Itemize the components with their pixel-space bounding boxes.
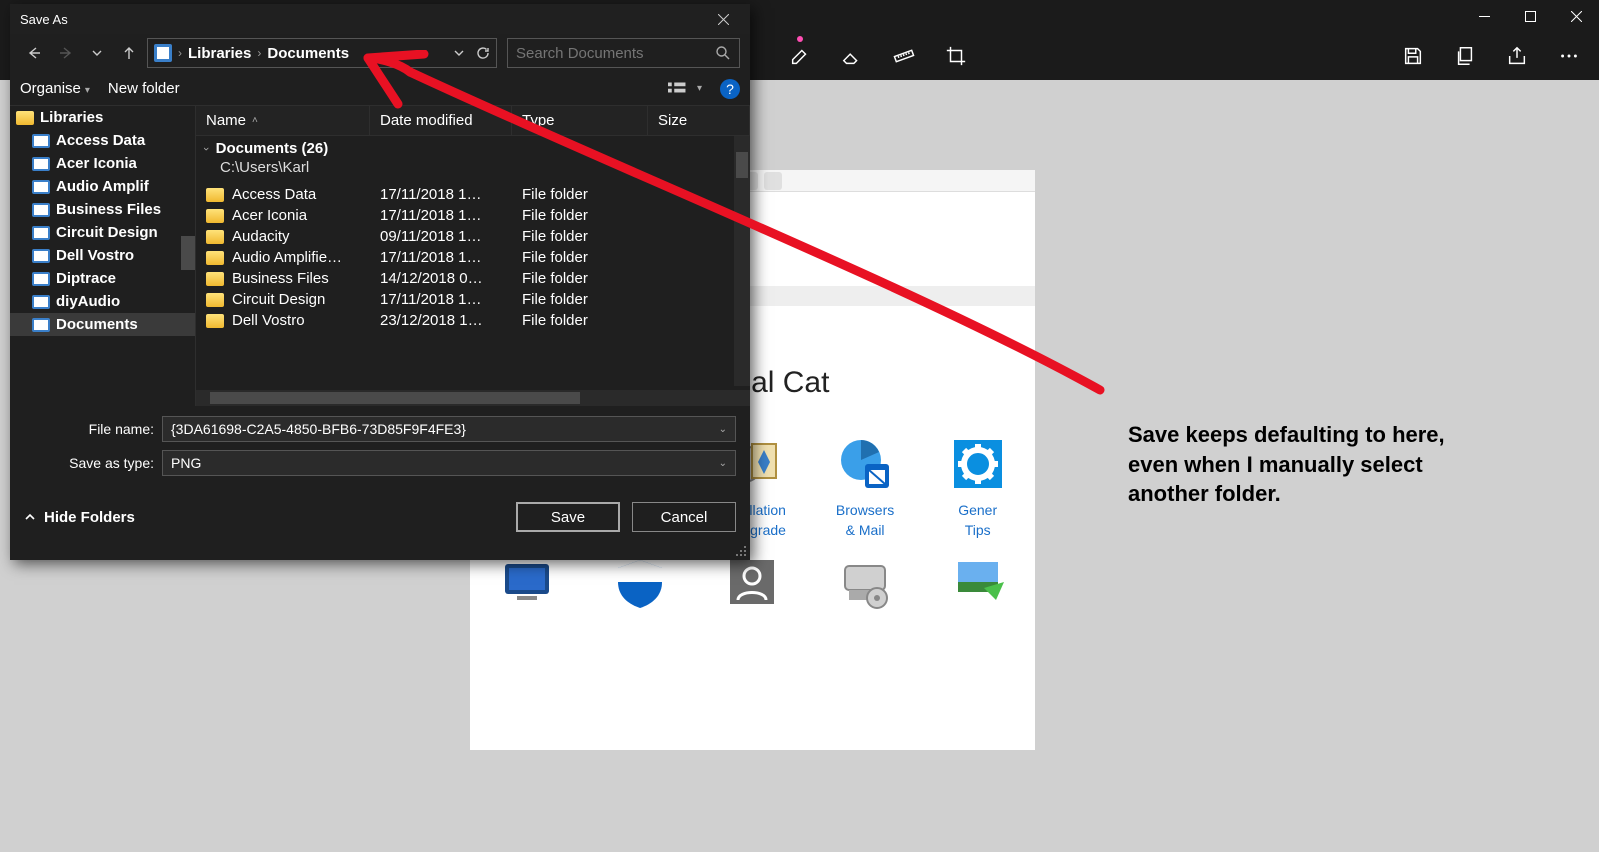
tree-item[interactable]: diyAudio — [10, 290, 195, 313]
forward-button[interactable] — [52, 39, 80, 67]
list-item[interactable]: Acer Iconia17/11/2018 1…File folder — [196, 205, 750, 226]
organise-button[interactable]: Organise▾ — [20, 80, 90, 97]
recent-chevron-icon[interactable] — [84, 39, 112, 67]
view-options-button[interactable]: ▾ — [668, 78, 702, 100]
breadcrumb-dropdown-icon[interactable] — [448, 39, 470, 67]
list-item[interactable]: Audacity09/11/2018 1…File folder — [196, 226, 750, 247]
tree-item[interactable]: Business Files — [10, 198, 195, 221]
minimize-button[interactable] — [1461, 0, 1507, 32]
list-item[interactable]: Audio Amplifie…17/11/2018 1…File folder — [196, 247, 750, 268]
col-name[interactable]: Name˄ — [196, 106, 370, 135]
breadcrumb[interactable]: › Libraries › Documents — [147, 38, 497, 68]
search-icon — [715, 45, 731, 61]
copy-icon[interactable] — [1443, 34, 1487, 78]
annotation-text: Save keeps defaulting to here, even when… — [1128, 420, 1448, 509]
group-header[interactable]: ›Documents (26) — [196, 136, 750, 159]
hide-folders-button[interactable]: Hide Folders — [24, 509, 135, 526]
file-name-input[interactable]: {3DA61698-C2A5-4850-BFB6-73D85F9F4FE3}⌄ — [162, 416, 736, 442]
chevron-right-icon: › — [178, 46, 182, 60]
list-header[interactable]: Name˄ Date modified Type Size — [196, 106, 750, 136]
ruler-icon[interactable] — [882, 34, 926, 78]
tree-item[interactable]: Diptrace — [10, 267, 195, 290]
breadcrumb-item[interactable]: Libraries — [188, 45, 251, 62]
crop-icon[interactable] — [934, 34, 978, 78]
col-size[interactable]: Size — [648, 106, 750, 135]
refresh-button[interactable] — [472, 39, 494, 67]
bg-icon-row2-4[interactable] — [814, 548, 917, 616]
close-button[interactable] — [1553, 0, 1599, 32]
tree-item[interactable]: Acer Iconia — [10, 152, 195, 175]
list-h-scrollbar[interactable] — [196, 390, 750, 406]
tree-item[interactable]: Audio Amplif — [10, 175, 195, 198]
file-name-label: File name: — [24, 421, 154, 437]
list-item[interactable]: Circuit Design17/11/2018 1…File folder — [196, 289, 750, 310]
maximize-button[interactable] — [1507, 0, 1553, 32]
tree-scrollbar[interactable] — [181, 236, 195, 270]
save-icon[interactable] — [1391, 34, 1435, 78]
chevron-right-icon: › — [257, 46, 261, 60]
resize-grip[interactable] — [734, 544, 748, 558]
bg-icon-browsers[interactable]: Browsers& Mail — [814, 430, 917, 538]
dialog-tools: Organise▾ New folder ▾ ? — [10, 72, 750, 106]
tree-item[interactable]: Dell Vostro — [10, 244, 195, 267]
back-button[interactable] — [20, 39, 48, 67]
library-icon — [154, 44, 172, 62]
group-subtitle: C:\Users\Karl — [196, 159, 750, 184]
list-item[interactable]: Dell Vostro23/12/2018 1…File folder — [196, 310, 750, 331]
help-button[interactable]: ? — [720, 79, 740, 99]
dialog-titlebar: Save As — [10, 4, 750, 34]
col-type[interactable]: Type — [512, 106, 648, 135]
dialog-nav: › Libraries › Documents — [10, 34, 750, 72]
bg-icon-row2-5[interactable] — [926, 548, 1029, 616]
save-button[interactable]: Save — [516, 502, 620, 532]
col-date[interactable]: Date modified — [370, 106, 512, 135]
bg-icon-general[interactable]: GenerTips — [926, 430, 1029, 538]
dialog-title: Save As — [20, 12, 68, 27]
tree-item-libraries[interactable]: Libraries — [10, 106, 195, 129]
list-v-scrollbar[interactable] — [734, 136, 750, 386]
search-input[interactable] — [507, 38, 740, 68]
save-type-label: Save as type: — [24, 455, 154, 471]
search-field[interactable] — [516, 45, 715, 62]
folder-tree[interactable]: Libraries Access Data Acer Iconia Audio … — [10, 106, 196, 406]
file-list: Name˄ Date modified Type Size ›Documents… — [196, 106, 750, 406]
new-folder-button[interactable]: New folder — [108, 80, 180, 97]
list-item[interactable]: Access Data17/11/2018 1…File folder — [196, 184, 750, 205]
more-icon[interactable] — [1547, 34, 1591, 78]
chevron-up-icon — [24, 511, 36, 523]
up-button[interactable] — [115, 39, 143, 67]
save-as-dialog: Save As › Libraries › Documents Organise… — [10, 4, 750, 560]
share-icon[interactable] — [1495, 34, 1539, 78]
tree-item-documents[interactable]: Documents — [10, 313, 195, 336]
tree-item[interactable]: Circuit Design — [10, 221, 195, 244]
cancel-button[interactable]: Cancel — [632, 502, 736, 532]
tree-item[interactable]: Access Data — [10, 129, 195, 152]
breadcrumb-item[interactable]: Documents — [267, 45, 349, 62]
dialog-close-button[interactable] — [702, 5, 744, 33]
eraser-icon[interactable] — [830, 34, 874, 78]
list-item[interactable]: Business Files14/12/2018 0…File folder — [196, 268, 750, 289]
save-type-select[interactable]: PNG⌄ — [162, 450, 736, 476]
highlighter-icon[interactable] — [778, 34, 822, 78]
